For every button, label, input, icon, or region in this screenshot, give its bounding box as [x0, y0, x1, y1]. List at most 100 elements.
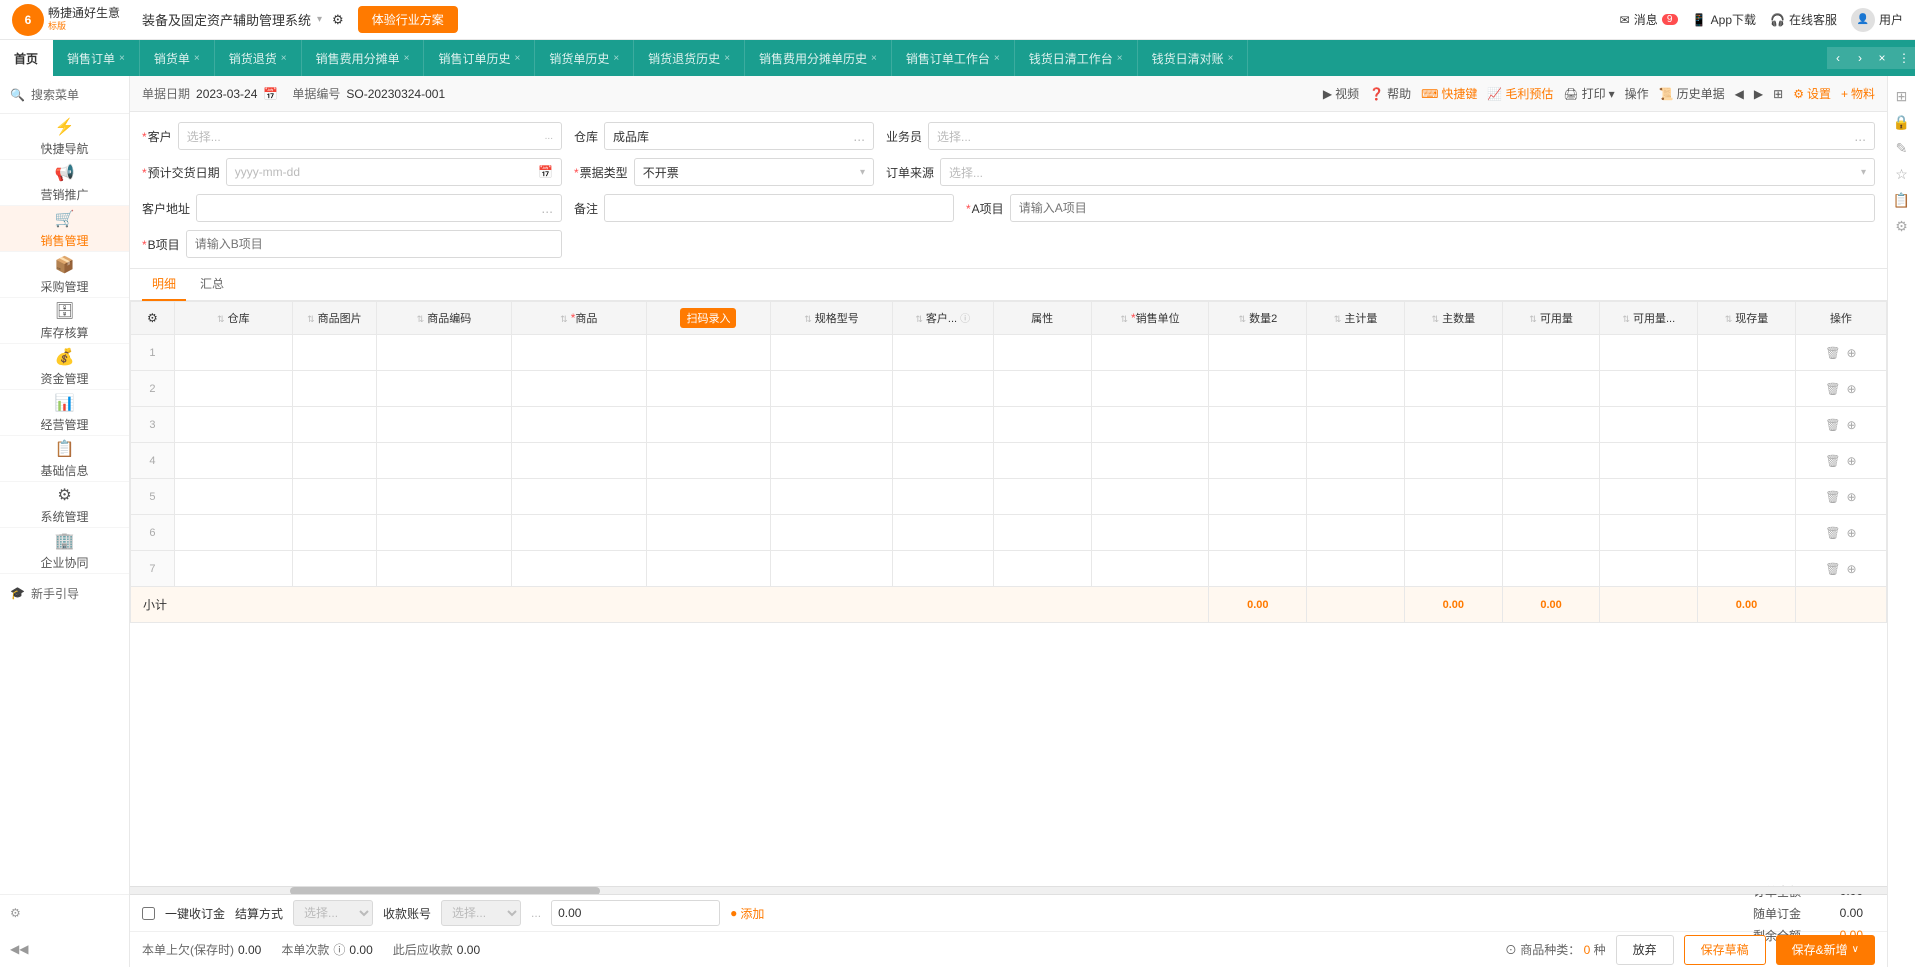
- sidebar-guide[interactable]: 🎓 新手引导: [0, 574, 129, 612]
- col-unit[interactable]: ⇅ *销售单位: [1091, 302, 1209, 335]
- tab-sales-return[interactable]: 销货退货 ×: [215, 40, 302, 76]
- tab-return-history[interactable]: 销货退货历史 ×: [634, 40, 745, 76]
- row-qty2-2[interactable]: [1209, 371, 1307, 407]
- row-code-1[interactable]: [377, 335, 512, 371]
- history-btn[interactable]: 📜 历史单据: [1659, 85, 1725, 102]
- date-icon[interactable]: 📅: [538, 165, 553, 179]
- right-panel-btn-1[interactable]: ⊞: [1890, 84, 1914, 108]
- sidebar-item-purchase[interactable]: 📦 采购管理: [0, 252, 129, 298]
- col-cust[interactable]: ⇅ 客户... ⓘ: [892, 302, 993, 335]
- tab-sales-bill-history[interactable]: 销货单历史 ×: [535, 40, 634, 76]
- tab-sales-bill[interactable]: 销货单 ×: [140, 40, 215, 76]
- col-avail[interactable]: ⇅ 可用量: [1502, 302, 1600, 335]
- user-menu[interactable]: 👤 用户: [1851, 8, 1903, 32]
- row-main-qty-2[interactable]: [1404, 371, 1502, 407]
- row-warehouse-2[interactable]: [174, 371, 292, 407]
- tab-close-icon[interactable]: ×: [1117, 53, 1123, 64]
- tab-close-icon[interactable]: ×: [194, 53, 200, 64]
- account-dots-icon[interactable]: ...: [531, 906, 541, 920]
- nav-menu-btn[interactable]: ⋮: [1893, 47, 1915, 69]
- row-attr-1[interactable]: [993, 335, 1091, 371]
- app-download-btn[interactable]: 📱 App下载: [1692, 11, 1756, 28]
- row-cust-3[interactable]: [892, 407, 993, 443]
- nav-prev-toolbar[interactable]: ◀: [1735, 87, 1744, 101]
- tab-sales-order[interactable]: 销售订单 ×: [53, 40, 140, 76]
- col-settings[interactable]: ⚙: [131, 302, 175, 335]
- address-input[interactable]: ...: [196, 194, 562, 222]
- row-product-3[interactable]: [511, 407, 646, 443]
- row-delete-icon-4[interactable]: 🗑: [1825, 454, 1840, 468]
- tab-summary[interactable]: 汇总: [190, 269, 234, 301]
- tab-close-icon[interactable]: ×: [404, 53, 410, 64]
- row-spec-1[interactable]: [771, 335, 892, 371]
- tab-sales-order-history[interactable]: 销售订单历史 ×: [424, 40, 535, 76]
- row-delete-icon-7[interactable]: 🗑: [1825, 562, 1840, 576]
- barcode-scan-btn[interactable]: 扫码录入: [680, 308, 736, 328]
- row-copy-icon-5[interactable]: ⊕: [1847, 490, 1857, 504]
- warehouse-dots-icon[interactable]: ...: [853, 128, 865, 144]
- amount-input[interactable]: [551, 900, 720, 926]
- col-main-unit[interactable]: ⇅ 主计量: [1307, 302, 1405, 335]
- view-btn[interactable]: ▶ 视频: [1323, 85, 1359, 102]
- sidebar-collapse-btn[interactable]: ◀◀: [0, 931, 129, 967]
- row-copy-icon-7[interactable]: ⊕: [1847, 562, 1857, 576]
- col-product[interactable]: ⇅ *商品: [511, 302, 646, 335]
- sidebar-item-enterprise[interactable]: 🏢 企业协同: [0, 528, 129, 574]
- row-warehouse-3[interactable]: [174, 407, 292, 443]
- ops-btn[interactable]: 操作: [1625, 85, 1649, 102]
- profit-btn[interactable]: 📈 毛利预估: [1487, 85, 1553, 102]
- table-scrollbar[interactable]: [130, 886, 1887, 894]
- tab-close-icon[interactable]: ×: [871, 53, 877, 64]
- add-btn[interactable]: ● 添加: [730, 905, 764, 922]
- payment-method-select[interactable]: 选择...: [293, 900, 373, 926]
- row-delete-icon-5[interactable]: 🗑: [1825, 490, 1840, 504]
- row-product-2[interactable]: [511, 371, 646, 407]
- sidebar-item-basic[interactable]: 📋 基础信息: [0, 436, 129, 482]
- right-panel-btn-5[interactable]: 📋: [1890, 188, 1914, 212]
- tab-order-workbench[interactable]: 销售订单工作台 ×: [892, 40, 1015, 76]
- right-panel-btn-2[interactable]: 🔒: [1890, 110, 1914, 134]
- order-source-input[interactable]: 选择... ▾: [940, 158, 1875, 186]
- industry-btn[interactable]: 体验行业方案: [358, 6, 458, 33]
- nav-next-btn[interactable]: ›: [1849, 47, 1871, 69]
- row-unit-2[interactable]: [1091, 371, 1209, 407]
- row-delete-icon-2[interactable]: 🗑: [1825, 382, 1840, 396]
- col-qty2[interactable]: ⇅ 数量2: [1209, 302, 1307, 335]
- toolbar-add-btn[interactable]: + 物料: [1841, 85, 1875, 102]
- col-code[interactable]: ⇅ 商品编码: [377, 302, 512, 335]
- account-select[interactable]: 选择...: [441, 900, 521, 926]
- row-attr-3[interactable]: [993, 407, 1091, 443]
- salesperson-dots-icon[interactable]: ...: [1854, 128, 1866, 144]
- system-title-arrow[interactable]: ▾: [317, 14, 322, 25]
- tab-detail[interactable]: 明细: [142, 269, 186, 301]
- row-copy-icon-3[interactable]: ⊕: [1847, 418, 1857, 432]
- col-spec[interactable]: ⇅ 规格型号: [771, 302, 892, 335]
- row-delete-icon-6[interactable]: 🗑: [1825, 526, 1840, 540]
- row-unit-1[interactable]: [1091, 335, 1209, 371]
- discard-btn[interactable]: 放弃: [1616, 935, 1674, 965]
- tab-close-icon[interactable]: ×: [281, 53, 287, 64]
- message-btn[interactable]: ✉ 消息 9: [1620, 11, 1678, 28]
- row-qty2-3[interactable]: [1209, 407, 1307, 443]
- row-copy-icon-6[interactable]: ⊕: [1847, 526, 1857, 540]
- tab-close-icon[interactable]: ×: [613, 53, 619, 64]
- print-btn[interactable]: 🖨 打印 ▾: [1563, 85, 1614, 102]
- save-draft-btn[interactable]: 保存草稿: [1684, 935, 1766, 965]
- shortcut-btn[interactable]: ⌨ 快捷键: [1421, 85, 1477, 102]
- settings-gear-icon[interactable]: ⚙: [332, 12, 344, 28]
- row-attr-2[interactable]: [993, 371, 1091, 407]
- a-project-input[interactable]: [1010, 194, 1875, 222]
- row-warehouse-1[interactable]: [174, 335, 292, 371]
- tab-close-icon[interactable]: ×: [994, 53, 1000, 64]
- nav-next-toolbar[interactable]: ▶: [1754, 87, 1763, 101]
- calendar-icon[interactable]: 📅: [263, 87, 278, 101]
- right-panel-btn-4[interactable]: ☆: [1890, 162, 1914, 186]
- row-spec-3[interactable]: [771, 407, 892, 443]
- save-new-btn[interactable]: 保存&新增 ∨: [1776, 935, 1875, 965]
- tab-close-icon[interactable]: ×: [514, 53, 520, 64]
- one-click-checkbox[interactable]: [142, 907, 155, 920]
- sidebar-item-quick-nav[interactable]: ⚡ 快捷导航: [0, 114, 129, 160]
- right-panel-btn-6[interactable]: ⚙: [1890, 214, 1914, 238]
- tab-daily-workbench[interactable]: 钱货日清工作台 ×: [1015, 40, 1138, 76]
- help-btn[interactable]: ❓ 帮助: [1369, 85, 1411, 102]
